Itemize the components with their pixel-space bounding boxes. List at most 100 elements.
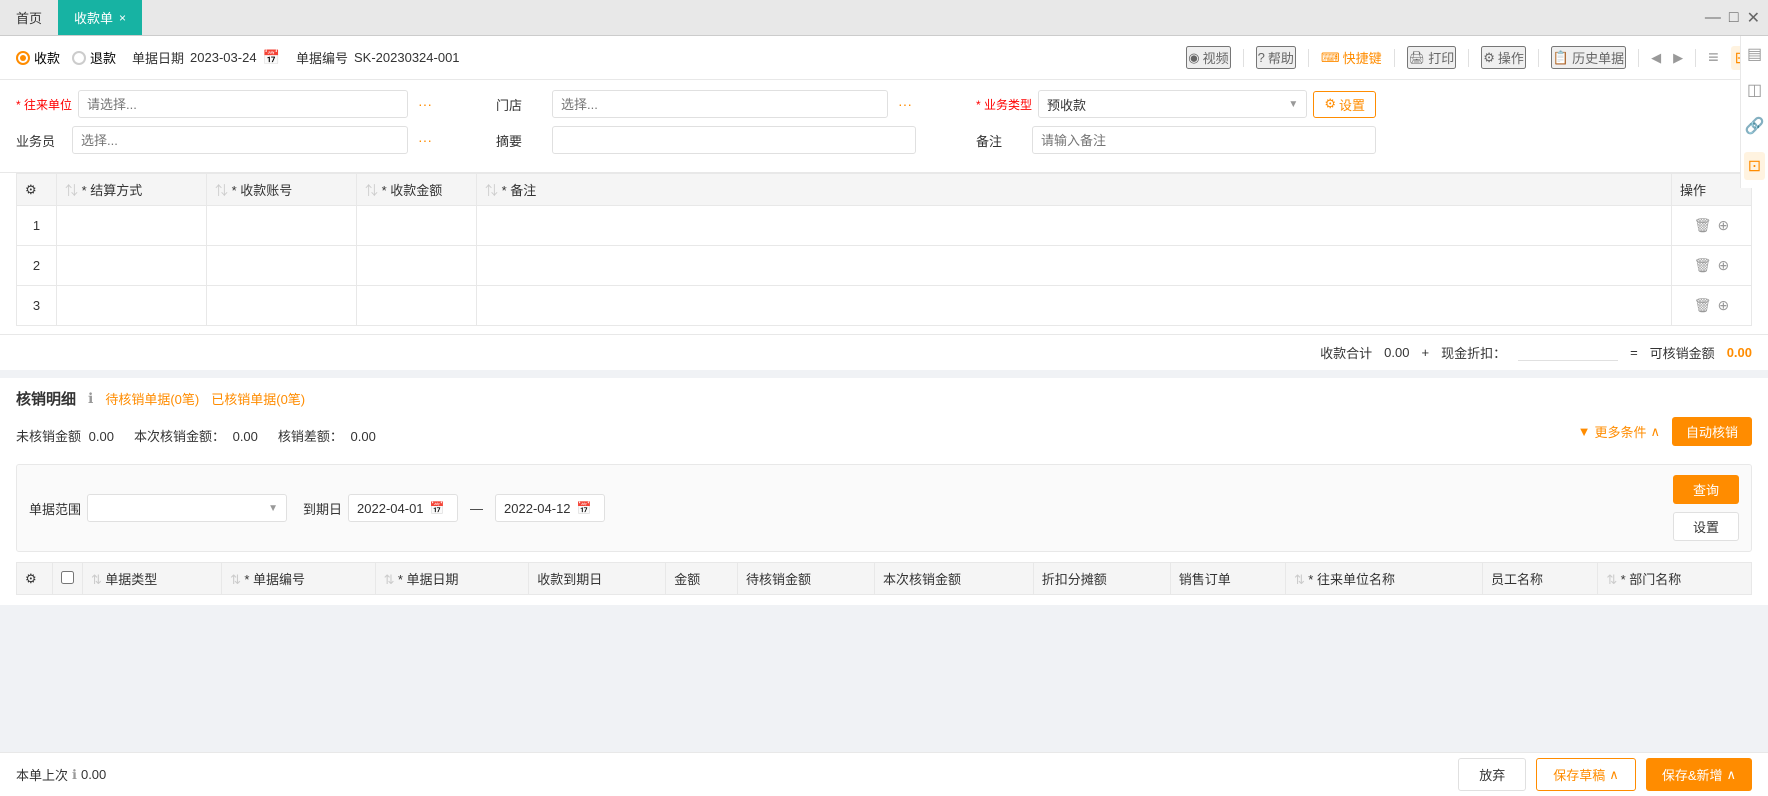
table-row: 1 🗑 ⊕ [17,206,1752,246]
video-btn[interactable]: ◉ 视频 [1186,46,1230,69]
nav-right-icon[interactable]: ▶ [1673,50,1683,66]
action-btn[interactable]: ⚙ 操作 [1481,46,1526,69]
delete-row-2-icon[interactable]: 🗑 [1694,257,1712,274]
delete-row-3-icon[interactable]: 🗑 [1694,297,1712,314]
date-to-input[interactable]: 2022-04-12 📅 [495,494,605,522]
biz-type-dropdown-icon: ▼ [1288,99,1298,110]
done-tab[interactable]: 已核销单据(0笔) [211,389,305,408]
store-input[interactable] [552,90,888,118]
copy-row-1-icon[interactable]: ⊕ [1718,217,1730,234]
sidebar-icon-3[interactable]: 🔗 [1745,116,1765,136]
row-actions-3: 🗑 ⊕ [1672,286,1752,326]
pending-tab[interactable]: 待核销单据(0笔) [105,389,199,408]
row-amount-1[interactable] [357,206,477,246]
summary-row: 收款合计 0.00 + 现金折扣： = 可核销金额 0.00 [0,334,1768,370]
discount-input[interactable] [1518,345,1618,361]
receipt-radio[interactable]: 收款 [16,48,60,67]
bottom-bar: 本单上次 ℹ 0.00 放弃 保存草稿 ∧ 保存&新增 ∧ [0,752,1768,796]
save-draft-btn[interactable]: 保存草稿 ∧ [1536,758,1636,791]
bt-sort-icon4: ⇅ [1294,572,1305,587]
row-settle-3[interactable] [57,286,207,326]
date-value: 2023-03-24 [190,50,257,65]
setup-button[interactable]: ⚙ 设置 [1313,91,1376,118]
copy-row-2-icon[interactable]: ⊕ [1718,257,1730,274]
sort-icon4: ⇅ [485,183,498,198]
bt-this-header: 本次核销金额 [875,563,1034,595]
summary-field: 摘要 [496,126,916,154]
more-conditions-btn[interactable]: ▼ 更多条件 ∧ [1578,422,1660,441]
calendar-from-icon[interactable]: 📅 [430,501,445,515]
counterpart-input[interactable] [78,90,408,118]
row-settle-1[interactable] [57,206,207,246]
right-sidebar: ▤ ◫ 🔗 ⊡ [1740,36,1768,188]
window-min-icon[interactable]: — [1705,9,1721,27]
staff-more-icon[interactable]: ··· [414,132,436,148]
staff-input[interactable] [72,126,408,154]
bottom-actions: 放弃 保存草稿 ∧ 保存&新增 ∧ [1458,758,1752,791]
biz-type-select[interactable]: 预收款 ▼ [1038,90,1307,118]
bt-amount-header: 金额 [666,563,738,595]
window-close-icon[interactable]: ✕ [1747,8,1760,28]
discard-btn[interactable]: 放弃 [1458,758,1526,791]
row-remark-3[interactable] [477,286,1672,326]
bt-settings-header[interactable]: ⚙ [17,563,53,595]
hexiao-filter-row: ▼ 更多条件 ∧ 自动核销 [1578,417,1752,446]
divider7 [1695,49,1696,67]
save-new-btn[interactable]: 保存&新增 ∧ [1646,758,1752,791]
shortcut-btn[interactable]: ⌨ 快捷键 [1321,48,1382,67]
print-btn[interactable]: 🖨 打印 [1407,46,1457,69]
row-amount-3[interactable] [357,286,477,326]
history-btn[interactable]: 📋 历史单据 [1551,46,1626,69]
row-remark-1[interactable] [477,206,1672,246]
tab-home[interactable]: 首页 [0,0,58,35]
sort-icon3: ⇅ [365,183,378,198]
row-amount-2[interactable] [357,246,477,286]
bottom-stat-icon[interactable]: ℹ [72,767,77,783]
row-account-1[interactable] [207,206,357,246]
table-settings-header[interactable]: ⚙ [17,174,57,206]
list-view-icon[interactable]: ≡ [1708,47,1719,68]
total-label: 收款合计 [1320,343,1372,362]
divider4 [1468,49,1469,67]
save-draft-arrow: ∧ [1609,767,1619,783]
sort-icon: ⇅ [65,183,78,198]
date-from-input[interactable]: 2022-04-01 📅 [348,494,458,522]
receivable-label: 可核销金额 [1650,343,1715,362]
tab-receipt[interactable]: 收款单 × [58,0,142,35]
summary-input[interactable] [552,126,916,154]
calendar-icon[interactable]: 📅 [263,49,280,66]
counterpart-more-icon[interactable]: ··· [414,96,436,112]
window-max-icon[interactable]: □ [1729,9,1739,27]
delete-row-1-icon[interactable]: 🗑 [1694,217,1712,234]
bottom-stat: 本单上次 ℹ 0.00 [16,765,106,784]
tab-close-icon[interactable]: × [119,11,126,25]
copy-row-3-icon[interactable]: ⊕ [1718,297,1730,314]
row-remark-2[interactable] [477,246,1672,286]
sidebar-icon-4[interactable]: ⊡ [1744,152,1765,180]
receipt-refund-toggle: 收款 退款 [16,48,116,67]
nav-left-icon[interactable]: ◀ [1651,50,1661,66]
range-select[interactable]: ▼ [87,494,287,522]
action-icon: ⚙ [1483,50,1495,66]
auto-hexiao-btn[interactable]: 自动核销 [1672,417,1752,446]
print-label: 打印 [1428,48,1454,67]
sidebar-icon-1[interactable]: ▤ [1747,44,1762,64]
row-settle-2[interactable] [57,246,207,286]
row-actions-1: 🗑 ⊕ [1672,206,1752,246]
row-account-3[interactable] [207,286,357,326]
store-more-icon[interactable]: ··· [894,96,916,112]
remark-input[interactable] [1032,126,1376,154]
hexiao-info-icon[interactable]: ℹ [88,390,93,407]
query-btn[interactable]: 查询 [1673,475,1739,504]
table-row: 3 🗑 ⊕ [17,286,1752,326]
sidebar-icon-2[interactable]: ◫ [1747,80,1762,100]
calendar-to-icon[interactable]: 📅 [577,501,592,515]
refund-radio[interactable]: 退款 [72,48,116,67]
help-btn[interactable]: ? 帮助 [1256,46,1296,69]
row-account-2[interactable] [207,246,357,286]
select-all-checkbox[interactable] [61,571,74,584]
section-divider [0,370,1768,378]
row-num-2: 2 [17,246,57,286]
divider2 [1308,49,1309,67]
hexiao-settings-btn[interactable]: 设置 [1673,512,1739,541]
